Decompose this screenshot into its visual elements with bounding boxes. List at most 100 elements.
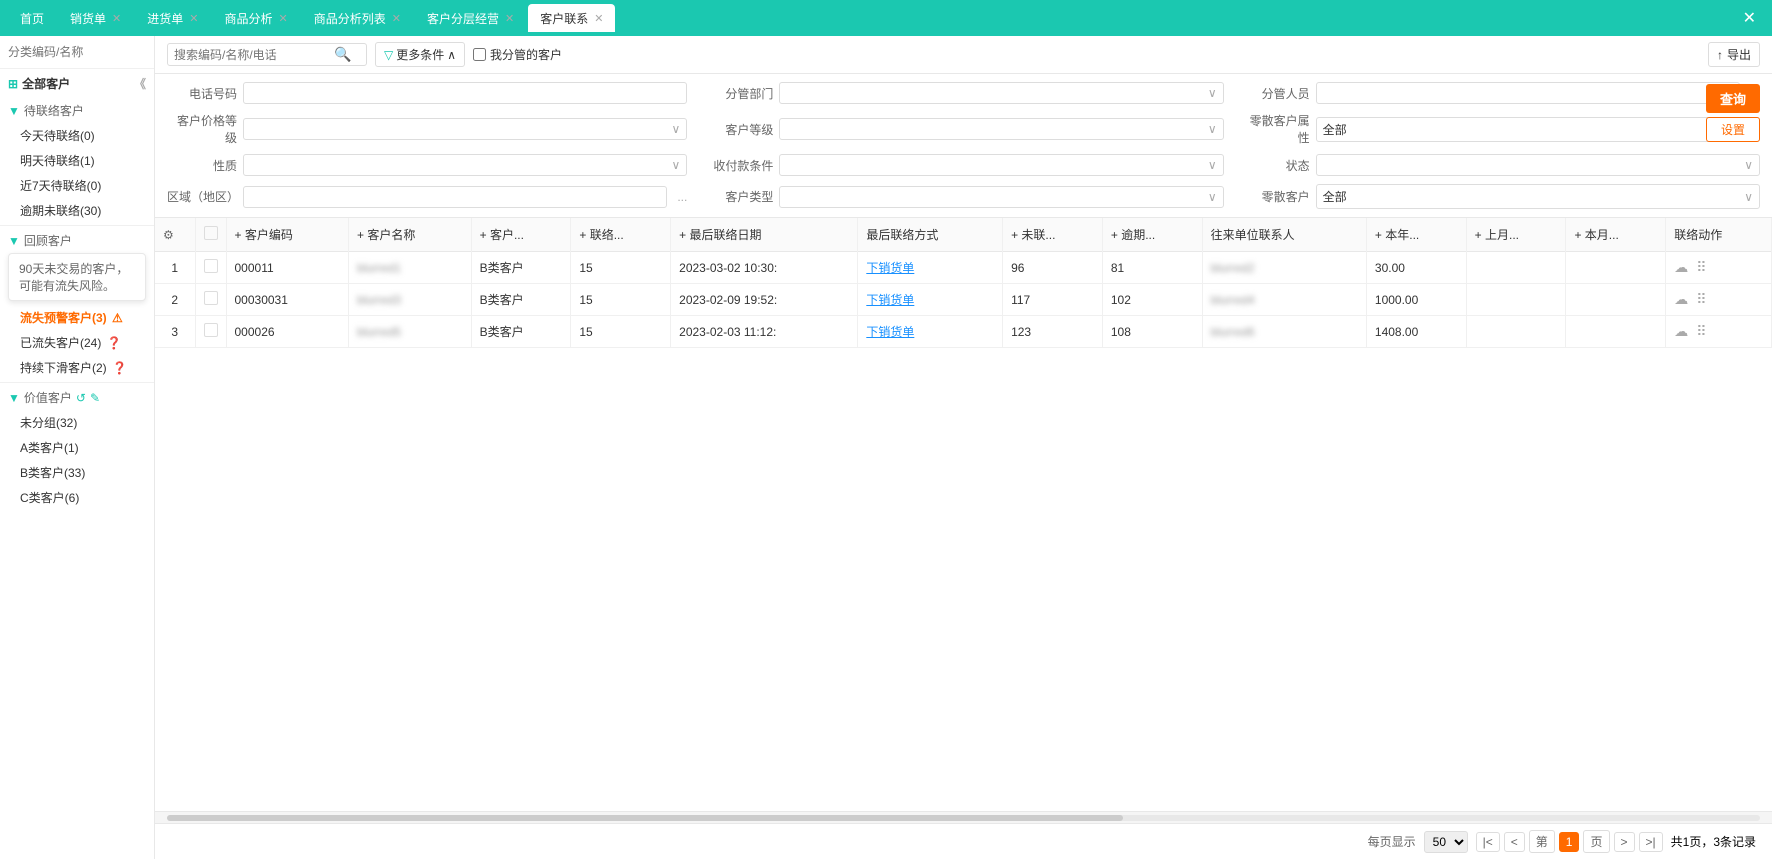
cell-overdue: 102 <box>1102 284 1202 316</box>
action-chat-icon[interactable]: ☁ <box>1674 259 1688 276</box>
sidebar-item-churn-warning[interactable]: 流失预警客户(3) ⚠ <box>0 305 154 330</box>
sidebar-item-7days[interactable]: 近7天待联络(0) <box>0 173 154 198</box>
divider-2 <box>0 382 154 383</box>
col-header-name[interactable]: + 客户名称 <box>349 218 472 252</box>
edit-icon[interactable]: ✎ <box>90 391 100 405</box>
cell-check[interactable] <box>195 252 226 284</box>
col-header-code[interactable]: + 客户编码 <box>226 218 349 252</box>
col-header-this-year[interactable]: + 本年... <box>1366 218 1466 252</box>
tooltip-review: 90天未交易的客户，可能有流失风险。 <box>8 253 146 301</box>
tab-product-list[interactable]: 商品分析列表 ✕ <box>302 4 413 32</box>
col-header-this-month[interactable]: + 本月... <box>1566 218 1666 252</box>
col-header-check[interactable] <box>195 218 226 252</box>
cell-check[interactable] <box>195 284 226 316</box>
filter-nature-select[interactable]: ∨ <box>243 154 687 176</box>
method-link[interactable]: 下销货单 <box>866 261 914 275</box>
tab-purchase[interactable]: 进货单 ✕ <box>135 4 210 32</box>
sidebar-item-tomorrow[interactable]: 明天待联络(1) <box>0 148 154 173</box>
filter-payment-select[interactable]: ∨ <box>779 154 1223 176</box>
table-row: 3 000026 blurred5 B类客户 15 2023-02-03 11:… <box>155 316 1772 348</box>
more-filter-button[interactable]: ▽ 更多条件 ∧ <box>375 42 465 67</box>
sidebar-item-c-class[interactable]: C类客户(6) <box>0 485 154 510</box>
filter-status-select[interactable]: ∨ <box>1316 154 1760 176</box>
window-close-button[interactable]: ✕ <box>1735 8 1764 28</box>
page-last-btn[interactable]: >| <box>1639 832 1663 852</box>
close-tab-product-analysis[interactable]: ✕ <box>279 12 288 25</box>
filter-region-more[interactable]: ... <box>677 190 687 204</box>
col-settings[interactable]: ⚙ <box>163 228 187 242</box>
scrollbar-track[interactable] <box>167 815 1760 821</box>
sidebar-item-declining[interactable]: 持续下滑客户(2) ❓ <box>0 355 154 380</box>
cell-type: B类客户 <box>471 284 571 316</box>
filter-dept-select[interactable]: ∨ <box>779 82 1223 104</box>
filter-price-level-select[interactable]: ∨ <box>243 118 687 140</box>
my-customers-checkbox-label[interactable]: 我分管的客户 <box>473 46 562 63</box>
row-checkbox[interactable] <box>204 291 218 305</box>
header-checkbox[interactable] <box>204 226 218 240</box>
col-header-unit-contact[interactable]: 往来单位联系人 <box>1202 218 1366 252</box>
close-tab-customer-contact[interactable]: ✕ <box>594 12 603 25</box>
section-review[interactable]: ▼ 回顾客户 <box>0 228 154 253</box>
col-header-overdue[interactable]: + 逾期... <box>1102 218 1202 252</box>
close-tab-product-list[interactable]: ✕ <box>392 12 401 25</box>
sidebar-search-input[interactable] <box>8 45 155 59</box>
filter-customer-type-select[interactable]: ∨ <box>779 186 1223 208</box>
sidebar-item-churned[interactable]: 已流失客户(24) ❓ <box>0 330 154 355</box>
action-more-icon[interactable]: ⠿ <box>1696 259 1706 276</box>
filter-retail-attr-select[interactable]: 全部 ∨ <box>1316 117 1760 142</box>
filter-region-input[interactable] <box>243 186 667 208</box>
method-link[interactable]: 下销货单 <box>866 293 914 307</box>
close-tab-sales[interactable]: ✕ <box>112 12 121 25</box>
col-header-type[interactable]: + 客户... <box>471 218 571 252</box>
action-chat-icon[interactable]: ☁ <box>1674 323 1688 340</box>
method-link[interactable]: 下销货单 <box>866 325 914 339</box>
settings-button[interactable]: 设置 <box>1706 117 1760 142</box>
scrollbar-thumb[interactable] <box>167 815 1123 821</box>
all-customers-header[interactable]: ⊞ 全部客户 《 <box>0 69 154 98</box>
action-more-icon[interactable]: ⠿ <box>1696 291 1706 308</box>
sidebar-item-today[interactable]: 今天待联络(0) <box>0 123 154 148</box>
my-customers-checkbox[interactable] <box>473 48 486 61</box>
filter-retail-select[interactable]: 全部 ∨ <box>1316 184 1760 209</box>
col-header-last-contact-date[interactable]: + 最后联络日期 <box>671 218 858 252</box>
filter-row-dept: 分管部门 ∨ <box>703 82 1223 104</box>
col-header-last-contact-method[interactable]: 最后联络方式 <box>858 218 1003 252</box>
col-header-not-contacted[interactable]: + 未联... <box>1003 218 1103 252</box>
page-current[interactable]: 1 <box>1559 832 1580 852</box>
tab-customer-segment[interactable]: 客户分层经营 ✕ <box>415 4 526 32</box>
page-next-btn[interactable]: > <box>1614 832 1635 852</box>
sidebar-item-b-class[interactable]: B类客户(33) <box>0 460 154 485</box>
tab-product-analysis[interactable]: 商品分析 ✕ <box>212 4 299 32</box>
close-tab-customer-segment[interactable]: ✕ <box>505 12 514 25</box>
row-checkbox[interactable] <box>204 259 218 273</box>
row-checkbox[interactable] <box>204 323 218 337</box>
tab-sales[interactable]: 销货单 ✕ <box>58 4 133 32</box>
query-button[interactable]: 查询 <box>1706 84 1760 113</box>
export-button[interactable]: ↑ 导出 <box>1708 42 1760 67</box>
page-prev-btn[interactable]: < <box>1504 832 1525 852</box>
tab-home[interactable]: 首页 <box>8 4 56 32</box>
refresh-icon[interactable]: ↺ <box>76 391 86 405</box>
search-input[interactable] <box>174 48 334 62</box>
sidebar-item-a-class[interactable]: A类客户(1) <box>0 435 154 460</box>
section-value-customers[interactable]: ▼ 价值客户 ↺ ✎ <box>0 385 154 410</box>
action-chat-icon[interactable]: ☁ <box>1674 291 1688 308</box>
action-more-icon[interactable]: ⠿ <box>1696 323 1706 340</box>
cell-not-contacted: 117 <box>1003 284 1103 316</box>
close-tab-purchase[interactable]: ✕ <box>189 12 198 25</box>
col-header-contact[interactable]: + 联络... <box>571 218 671 252</box>
filter-customer-level-select[interactable]: ∨ <box>779 118 1223 140</box>
sidebar-item-ungroup[interactable]: 未分组(32) <box>0 410 154 435</box>
col-header-last-month[interactable]: + 上月... <box>1466 218 1566 252</box>
sidebar-item-overdue[interactable]: 逾期未联络(30) <box>0 198 154 223</box>
per-page-select[interactable]: 50 <box>1424 831 1468 853</box>
filter-person-select[interactable]: ∨ <box>1316 82 1740 104</box>
cell-check[interactable] <box>195 316 226 348</box>
tab-customer-contact[interactable]: 客户联系 ✕ <box>528 4 615 32</box>
page-first-btn[interactable]: |< <box>1476 832 1500 852</box>
section-review-arrow: ▼ <box>8 234 20 248</box>
section-pending-contact[interactable]: ▼ 待联络客户 <box>0 98 154 123</box>
filter-phone-input[interactable] <box>243 82 687 104</box>
horizontal-scrollbar[interactable] <box>155 811 1772 823</box>
search-icon[interactable]: 🔍 <box>334 46 351 63</box>
